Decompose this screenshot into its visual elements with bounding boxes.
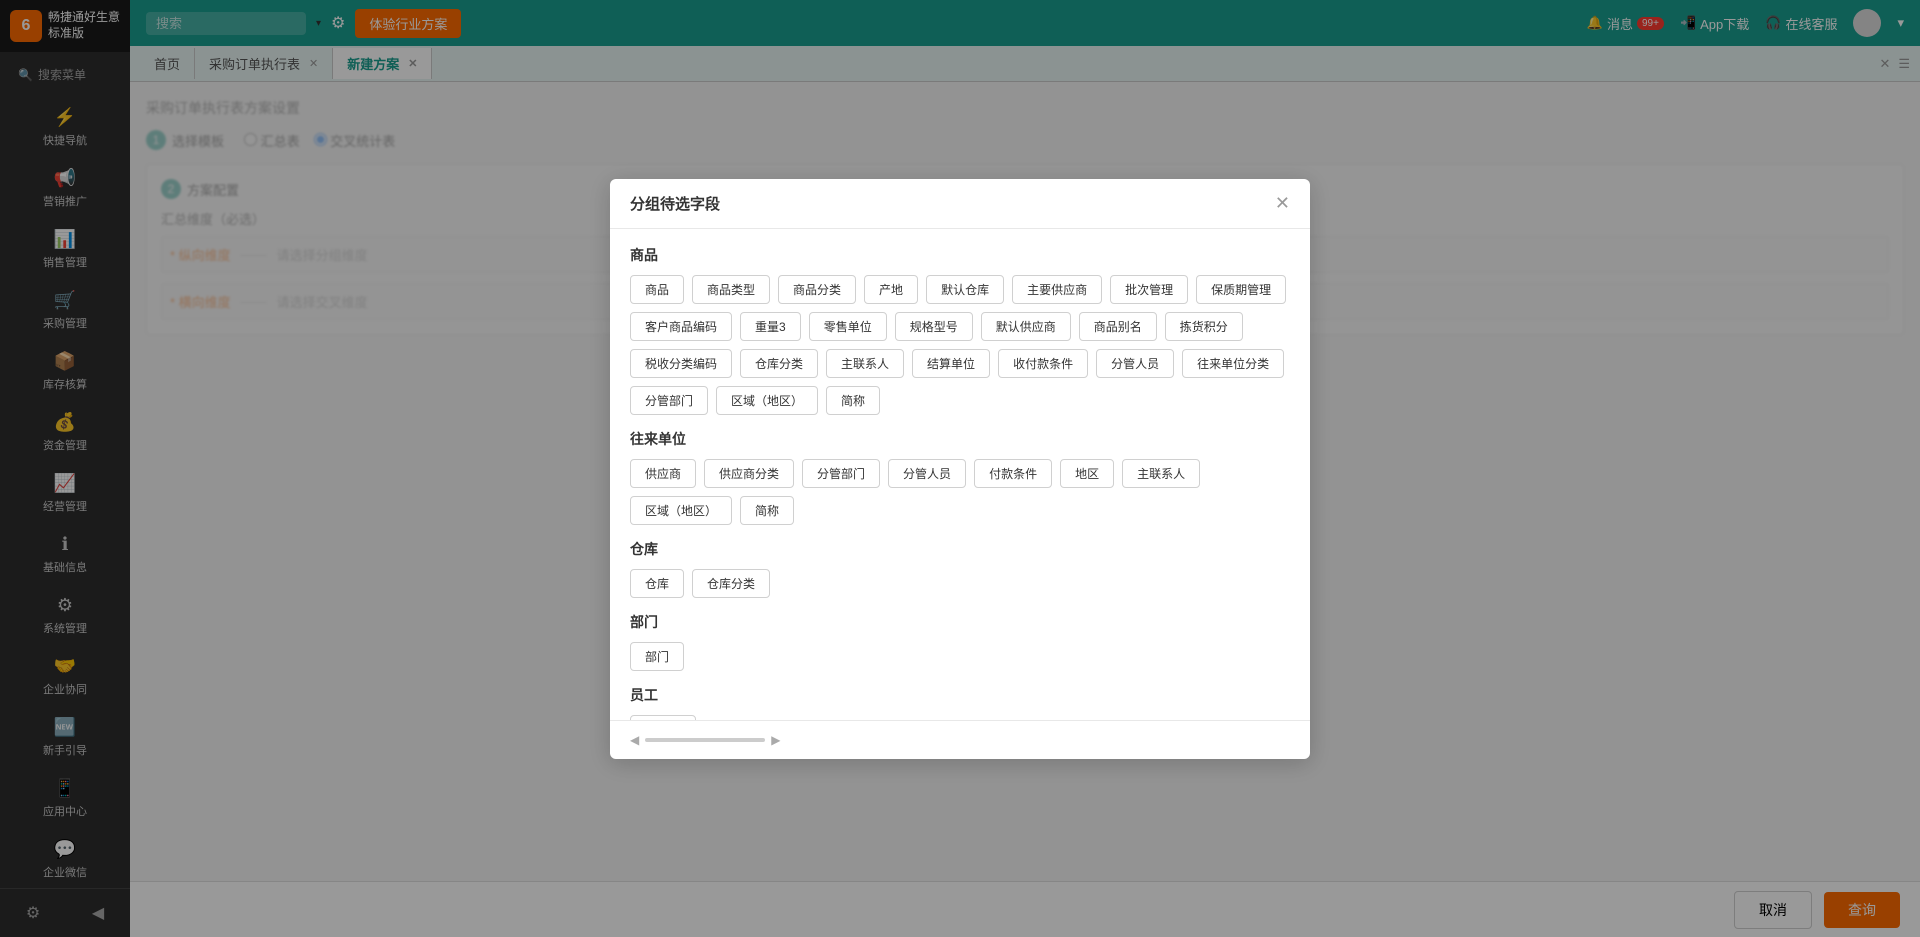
field-tag-goods-17[interactable]: 主联系人: [826, 349, 904, 378]
field-tag-goods-14[interactable]: 拣货积分: [1165, 312, 1243, 341]
field-tag-goods-0[interactable]: 商品: [630, 275, 684, 304]
modal-header: 分组待选字段 ✕: [610, 179, 1310, 229]
field-tag-partner-6[interactable]: 主联系人: [1122, 459, 1200, 488]
page-content: 采购订单执行表方案设置 1 选择模板 汇总表 交叉统计表 2 方案配置: [130, 82, 1920, 937]
field-tag-partner-2[interactable]: 分管部门: [802, 459, 880, 488]
field-tag-warehouse-0[interactable]: 仓库: [630, 569, 684, 598]
group-title-partner: 往来单位: [630, 429, 1290, 449]
field-tag-goods-1[interactable]: 商品类型: [692, 275, 770, 304]
field-tag-partner-4[interactable]: 付款条件: [974, 459, 1052, 488]
field-tag-goods-15[interactable]: 税收分类编码: [630, 349, 732, 378]
scroll-bar: [645, 738, 765, 742]
field-tag-goods-19[interactable]: 收付款条件: [998, 349, 1088, 378]
field-tag-dept-0[interactable]: 部门: [630, 642, 684, 671]
field-select-modal: 分组待选字段 ✕ 商品 商品 商品类型 商品分类 产地 默认仓库 主要供应商: [610, 179, 1310, 759]
field-tag-goods-3[interactable]: 产地: [864, 275, 918, 304]
field-tag-goods-21[interactable]: 往来单位分类: [1182, 349, 1284, 378]
field-tag-partner-7[interactable]: 区域（地区）: [630, 496, 732, 525]
group-title-department: 部门: [630, 612, 1290, 632]
modal-footer: ◀ ▶: [610, 720, 1310, 759]
field-tag-goods-10[interactable]: 零售单位: [809, 312, 887, 341]
modal-overlay: 分组待选字段 ✕ 商品 商品 商品类型 商品分类 产地 默认仓库 主要供应商: [130, 82, 1920, 937]
field-tags-warehouse: 仓库 仓库分类: [630, 569, 1290, 598]
field-tag-goods-18[interactable]: 结算单位: [912, 349, 990, 378]
modal-body[interactable]: 商品 商品 商品类型 商品分类 产地 默认仓库 主要供应商 批次管理 保质期管理…: [610, 229, 1310, 720]
field-tag-partner-3[interactable]: 分管人员: [888, 459, 966, 488]
field-tag-goods-22[interactable]: 分管部门: [630, 386, 708, 415]
group-title-goods: 商品: [630, 245, 1290, 265]
field-tag-goods-12[interactable]: 默认供应商: [981, 312, 1071, 341]
field-tag-goods-16[interactable]: 仓库分类: [740, 349, 818, 378]
field-tag-goods-6[interactable]: 批次管理: [1110, 275, 1188, 304]
field-tag-partner-8[interactable]: 简称: [740, 496, 794, 525]
field-tag-warehouse-1[interactable]: 仓库分类: [692, 569, 770, 598]
field-tags-partner: 供应商 供应商分类 分管部门 分管人员 付款条件 地区 主联系人 区域（地区） …: [630, 459, 1290, 525]
scroll-left-icon[interactable]: ◀: [630, 733, 639, 747]
field-tag-goods-13[interactable]: 商品别名: [1079, 312, 1157, 341]
field-tag-goods-2[interactable]: 商品分类: [778, 275, 856, 304]
field-tags-goods: 商品 商品类型 商品分类 产地 默认仓库 主要供应商 批次管理 保质期管理 客户…: [630, 275, 1290, 415]
field-tag-partner-0[interactable]: 供应商: [630, 459, 696, 488]
scroll-right-icon[interactable]: ▶: [771, 733, 780, 747]
field-tag-goods-4[interactable]: 默认仓库: [926, 275, 1004, 304]
field-tag-goods-11[interactable]: 规格型号: [895, 312, 973, 341]
field-tag-goods-24[interactable]: 简称: [826, 386, 880, 415]
field-tag-goods-20[interactable]: 分管人员: [1096, 349, 1174, 378]
field-tag-goods-7[interactable]: 保质期管理: [1196, 275, 1286, 304]
field-tag-goods-23[interactable]: 区域（地区）: [716, 386, 818, 415]
modal-close-btn[interactable]: ✕: [1275, 193, 1290, 214]
field-tag-partner-1[interactable]: 供应商分类: [704, 459, 794, 488]
group-title-employee: 员工: [630, 685, 1290, 705]
field-tag-goods-9[interactable]: 重量3: [740, 312, 801, 341]
field-tag-goods-8[interactable]: 客户商品编码: [630, 312, 732, 341]
modal-title: 分组待选字段: [630, 193, 720, 214]
field-tags-department: 部门: [630, 642, 1290, 671]
group-title-warehouse: 仓库: [630, 539, 1290, 559]
field-tag-partner-5[interactable]: 地区: [1060, 459, 1114, 488]
field-tag-goods-5[interactable]: 主要供应商: [1012, 275, 1102, 304]
main-area: ▾ ⚙ 体验行业方案 🔔 消息 99+ 📲 App下载 🎧 在线: [130, 0, 1920, 937]
